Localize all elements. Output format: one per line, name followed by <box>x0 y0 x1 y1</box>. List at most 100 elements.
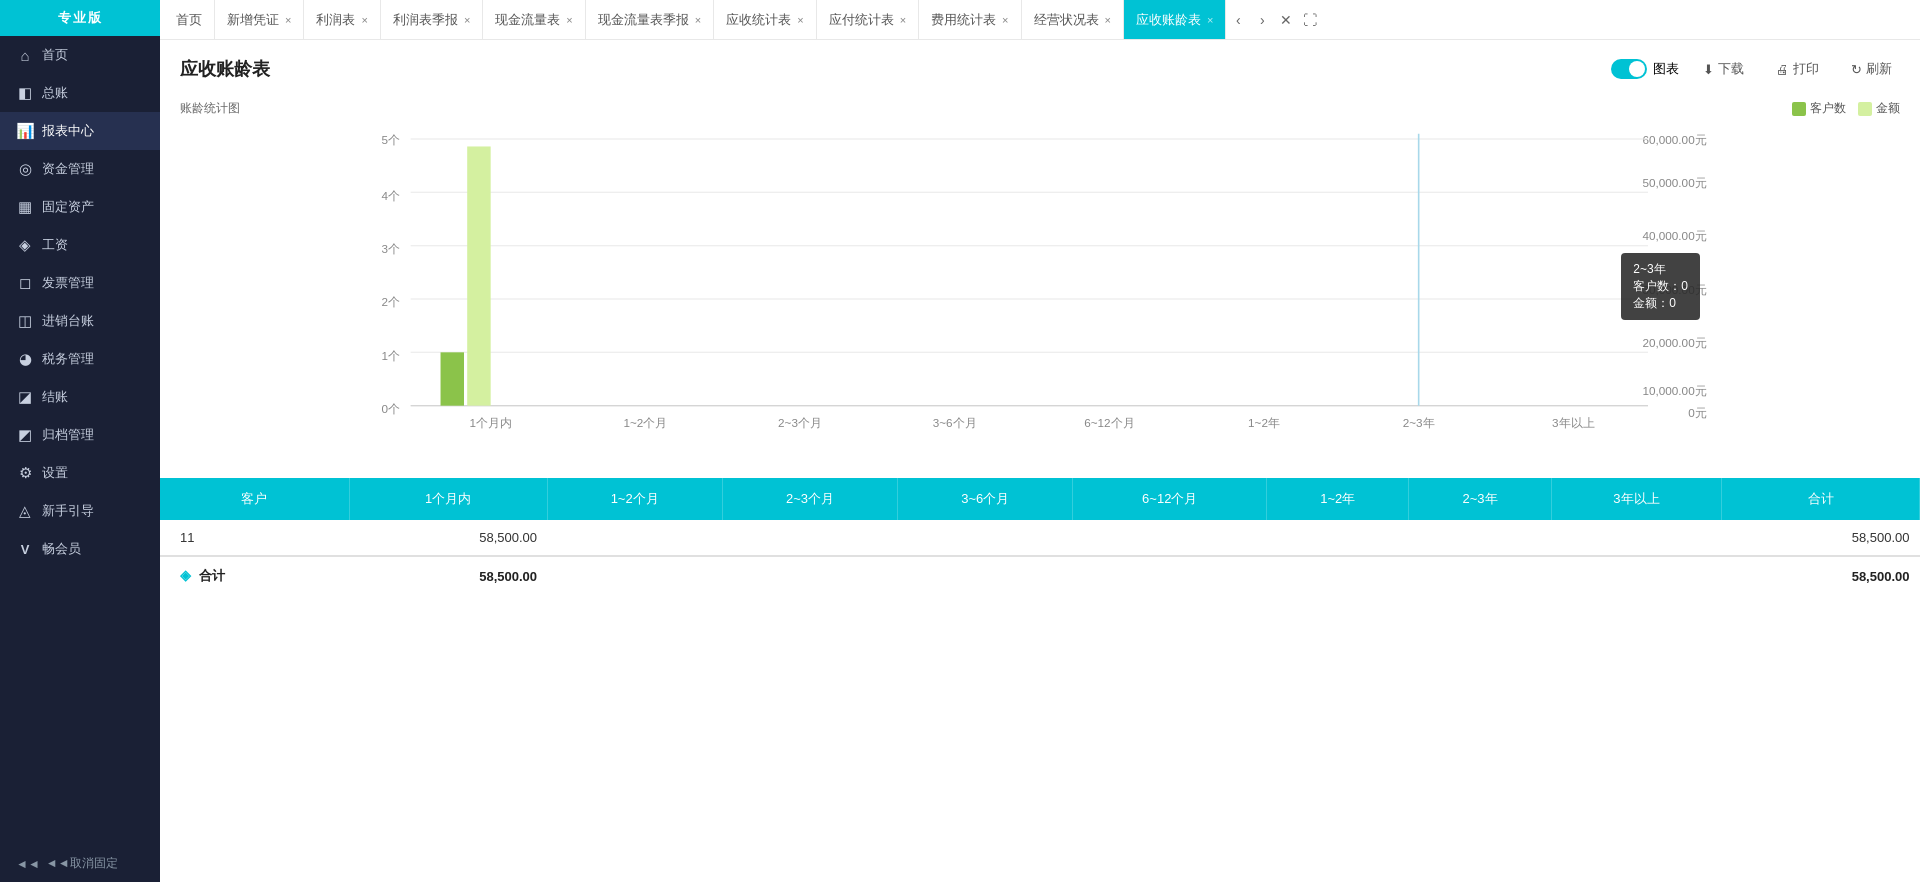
cell-month23 <box>722 520 897 556</box>
svg-text:40,000.00元: 40,000.00元 <box>1643 229 1707 242</box>
tab-profit-label: 利润表 <box>316 11 355 29</box>
col-header-month1: 1个月内 <box>349 478 547 520</box>
refresh-button[interactable]: ↻ 刷新 <box>1843 56 1900 82</box>
tab-expense-stats[interactable]: 费用统计表 × <box>919 0 1021 40</box>
tab-cashflow-season[interactable]: 现金流量表季报 × <box>586 0 714 40</box>
tab-biz-status-label: 经营状况表 <box>1034 11 1099 29</box>
sidebar-item-report[interactable]: 📊 报表中心 <box>0 112 160 150</box>
col-header-month23: 2~3个月 <box>722 478 897 520</box>
page-header: 应收账龄表 图表 ⬇ 下载 🖨 打印 ↻ 刷新 <box>160 40 1920 90</box>
sidebar-item-tax[interactable]: ◕ 税务管理 <box>0 340 160 378</box>
fund-icon: ◎ <box>16 160 34 178</box>
sidebar-collapse-button[interactable]: ◄◄ ◄◄取消固定 <box>0 845 160 882</box>
footer-month1: 58,500.00 <box>349 556 547 595</box>
footer-label-text: 合计 <box>199 568 225 583</box>
tab-expand-button[interactable]: ⛶ <box>1298 0 1322 40</box>
vip-icon: V <box>16 542 34 557</box>
chart-area: 账龄统计图 客户数 金额 5个 4个 3个 2个 1个 <box>160 90 1920 470</box>
cell-customer: 11 <box>160 520 349 556</box>
tab-biz-status-close[interactable]: × <box>1105 14 1111 26</box>
tab-next-button[interactable]: › <box>1250 0 1274 40</box>
tab-profit[interactable]: 利润表 × <box>304 0 380 40</box>
bar-amount-1[interactable] <box>467 146 490 405</box>
sidebar-item-guide[interactable]: ◬ 新手引导 <box>0 492 160 530</box>
col-header-month12: 1~2个月 <box>547 478 722 520</box>
sidebar-label-fund: 资金管理 <box>42 160 94 178</box>
tab-cashflow-label: 现金流量表 <box>495 11 560 29</box>
tab-cashflow[interactable]: 现金流量表 × <box>483 0 585 40</box>
legend-amount-dot <box>1858 102 1872 116</box>
tab-ar-aging-close[interactable]: × <box>1207 14 1213 26</box>
app-logo: 专业版 <box>0 0 160 36</box>
footer-month612 <box>1073 556 1267 595</box>
tab-cashflow-close[interactable]: × <box>566 14 572 26</box>
tab-bar: 首页 新增凭证 × 利润表 × 利润表季报 × 现金流量表 × 现金流量表季报 … <box>160 0 1920 40</box>
refresh-icon: ↻ <box>1851 62 1862 77</box>
table-row[interactable]: 11 58,500.00 58,500.00 <box>160 520 1920 556</box>
svg-text:3~6个月: 3~6个月 <box>933 416 977 429</box>
tab-ap-stats-close[interactable]: × <box>900 14 906 26</box>
collapse-label: ◄◄取消固定 <box>46 855 118 872</box>
tab-close-all-button[interactable]: ✕ <box>1274 0 1298 40</box>
sidebar-item-salesledger[interactable]: ◫ 进销台账 <box>0 302 160 340</box>
tab-home[interactable]: 首页 <box>164 0 215 40</box>
footer-year12 <box>1267 556 1409 595</box>
tab-expense-stats-close[interactable]: × <box>1002 14 1008 26</box>
tab-ar-aging[interactable]: 应收账龄表 × <box>1124 0 1226 40</box>
svg-text:60,000.00元: 60,000.00元 <box>1643 133 1707 146</box>
footer-year23 <box>1409 556 1551 595</box>
sidebar-item-archive[interactable]: ◩ 归档管理 <box>0 416 160 454</box>
tab-cashflow-season-close[interactable]: × <box>695 14 701 26</box>
print-button[interactable]: 🖨 打印 <box>1768 56 1827 82</box>
sidebar-item-checkout[interactable]: ◪ 结账 <box>0 378 160 416</box>
bar-customer-1[interactable] <box>441 352 464 405</box>
sidebar-item-salary[interactable]: ◈ 工资 <box>0 226 160 264</box>
tab-profit-season[interactable]: 利润表季报 × <box>381 0 483 40</box>
chart-container[interactable]: 5个 4个 3个 2个 1个 0个 60,000.00元 50,000.00元 … <box>180 123 1900 443</box>
col-header-year3plus: 3年以上 <box>1551 478 1722 520</box>
tab-ar-stats[interactable]: 应收统计表 × <box>714 0 816 40</box>
asset-icon: ▦ <box>16 198 34 216</box>
sidebar-item-asset[interactable]: ▦ 固定资产 <box>0 188 160 226</box>
download-button[interactable]: ⬇ 下载 <box>1695 56 1752 82</box>
footer-month23 <box>722 556 897 595</box>
svg-text:50,000.00元: 50,000.00元 <box>1643 176 1707 189</box>
legend-customer-dot <box>1792 102 1806 116</box>
sidebar-item-settings[interactable]: ⚙ 设置 <box>0 454 160 492</box>
sidebar-item-home[interactable]: ⌂ 首页 <box>0 36 160 74</box>
tax-icon: ◕ <box>16 350 34 368</box>
tab-biz-status[interactable]: 经营状况表 × <box>1022 0 1124 40</box>
tab-voucher-close[interactable]: × <box>285 14 291 26</box>
sidebar-item-vip[interactable]: V 畅会员 <box>0 530 160 568</box>
chart-toggle[interactable] <box>1611 59 1647 79</box>
tab-voucher[interactable]: 新增凭证 × <box>215 0 304 40</box>
cell-total: 58,500.00 <box>1722 520 1920 556</box>
chart-title: 账龄统计图 <box>180 100 1900 117</box>
tab-ar-stats-label: 应收统计表 <box>726 11 791 29</box>
table-header-row: 客户 1个月内 1~2个月 2~3个月 3~6个月 6~12个月 1~2年 2~… <box>160 478 1920 520</box>
aging-table: 客户 1个月内 1~2个月 2~3个月 3~6个月 6~12个月 1~2年 2~… <box>160 478 1920 595</box>
refresh-label: 刷新 <box>1866 60 1892 78</box>
svg-text:2~3个月: 2~3个月 <box>778 416 822 429</box>
tab-profit-season-label: 利润表季报 <box>393 11 458 29</box>
svg-text:0个: 0个 <box>381 402 400 415</box>
tab-profit-close[interactable]: × <box>361 14 367 26</box>
tab-ar-stats-close[interactable]: × <box>797 14 803 26</box>
sidebar-item-invoice[interactable]: ◻ 发票管理 <box>0 264 160 302</box>
tab-profit-season-close[interactable]: × <box>464 14 470 26</box>
tab-prev-button[interactable]: ‹ <box>1226 0 1250 40</box>
ledger-icon: ◧ <box>16 84 34 102</box>
svg-text:4个: 4个 <box>381 189 400 202</box>
collapse-icon: ◄◄ <box>16 857 40 871</box>
sidebar-label-invoice: 发票管理 <box>42 274 94 292</box>
tab-ar-aging-label: 应收账龄表 <box>1136 11 1201 29</box>
tab-ap-stats[interactable]: 应付统计表 × <box>817 0 919 40</box>
sidebar-item-fund[interactable]: ◎ 资金管理 <box>0 150 160 188</box>
main-content: 首页 新增凭证 × 利润表 × 利润表季报 × 现金流量表 × 现金流量表季报 … <box>160 0 1920 882</box>
cell-year23 <box>1409 520 1551 556</box>
sidebar-item-ledger[interactable]: ◧ 总账 <box>0 74 160 112</box>
svg-text:20,000.00元: 20,000.00元 <box>1643 336 1707 349</box>
download-icon: ⬇ <box>1703 62 1714 77</box>
svg-text:6~12个月: 6~12个月 <box>1084 416 1134 429</box>
sidebar-label-guide: 新手引导 <box>42 502 94 520</box>
